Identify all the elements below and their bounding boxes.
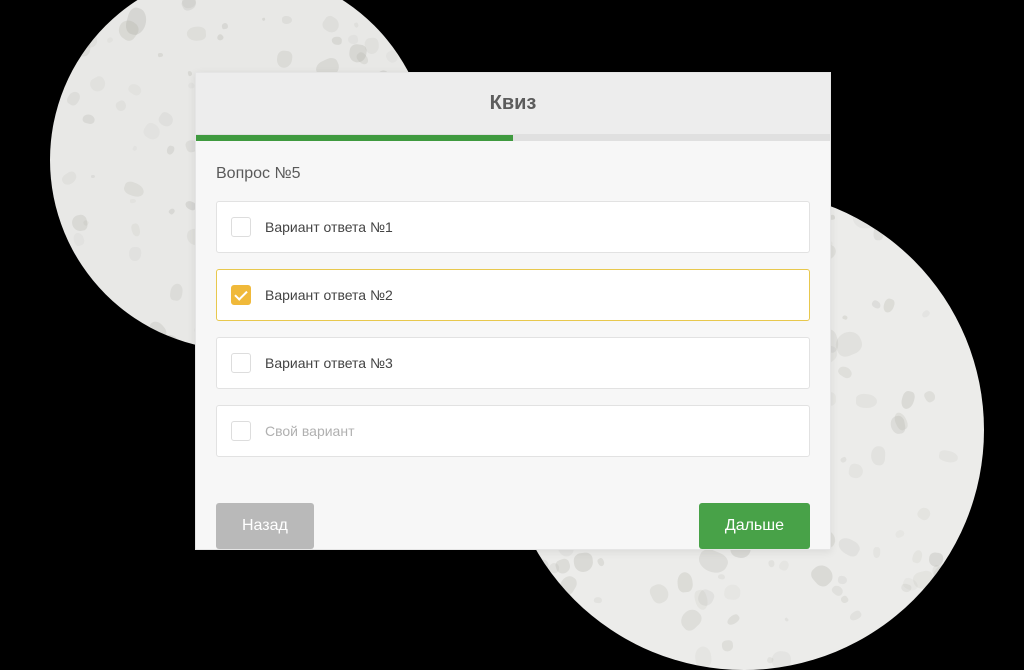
quiz-header: Квиз	[196, 73, 830, 135]
checkbox-unchecked-icon	[231, 353, 251, 373]
next-button[interactable]: Дальше	[699, 503, 810, 549]
option-1-label: Вариант ответа №1	[265, 219, 393, 235]
custom-option-input[interactable]	[265, 423, 795, 439]
option-custom[interactable]	[216, 405, 810, 457]
quiz-footer: Назад Дальше	[196, 503, 830, 549]
quiz-card: Квиз Вопрос №5 Вариант ответа №1 Вариант…	[195, 72, 831, 550]
option-1[interactable]: Вариант ответа №1	[216, 201, 810, 253]
quiz-title: Квиз	[490, 92, 537, 115]
question-text: Вопрос №5	[216, 165, 810, 183]
option-3[interactable]: Вариант ответа №3	[216, 337, 810, 389]
checkbox-unchecked-icon	[231, 421, 251, 441]
checkbox-unchecked-icon	[231, 217, 251, 237]
option-2[interactable]: Вариант ответа №2	[216, 269, 810, 321]
checkbox-checked-icon	[231, 285, 251, 305]
option-2-label: Вариант ответа №2	[265, 287, 393, 303]
quiz-body: Вопрос №5 Вариант ответа №1 Вариант отве…	[196, 141, 830, 493]
progress-bar	[196, 135, 830, 141]
option-3-label: Вариант ответа №3	[265, 355, 393, 371]
back-button[interactable]: Назад	[216, 503, 314, 549]
progress-fill	[196, 135, 513, 141]
